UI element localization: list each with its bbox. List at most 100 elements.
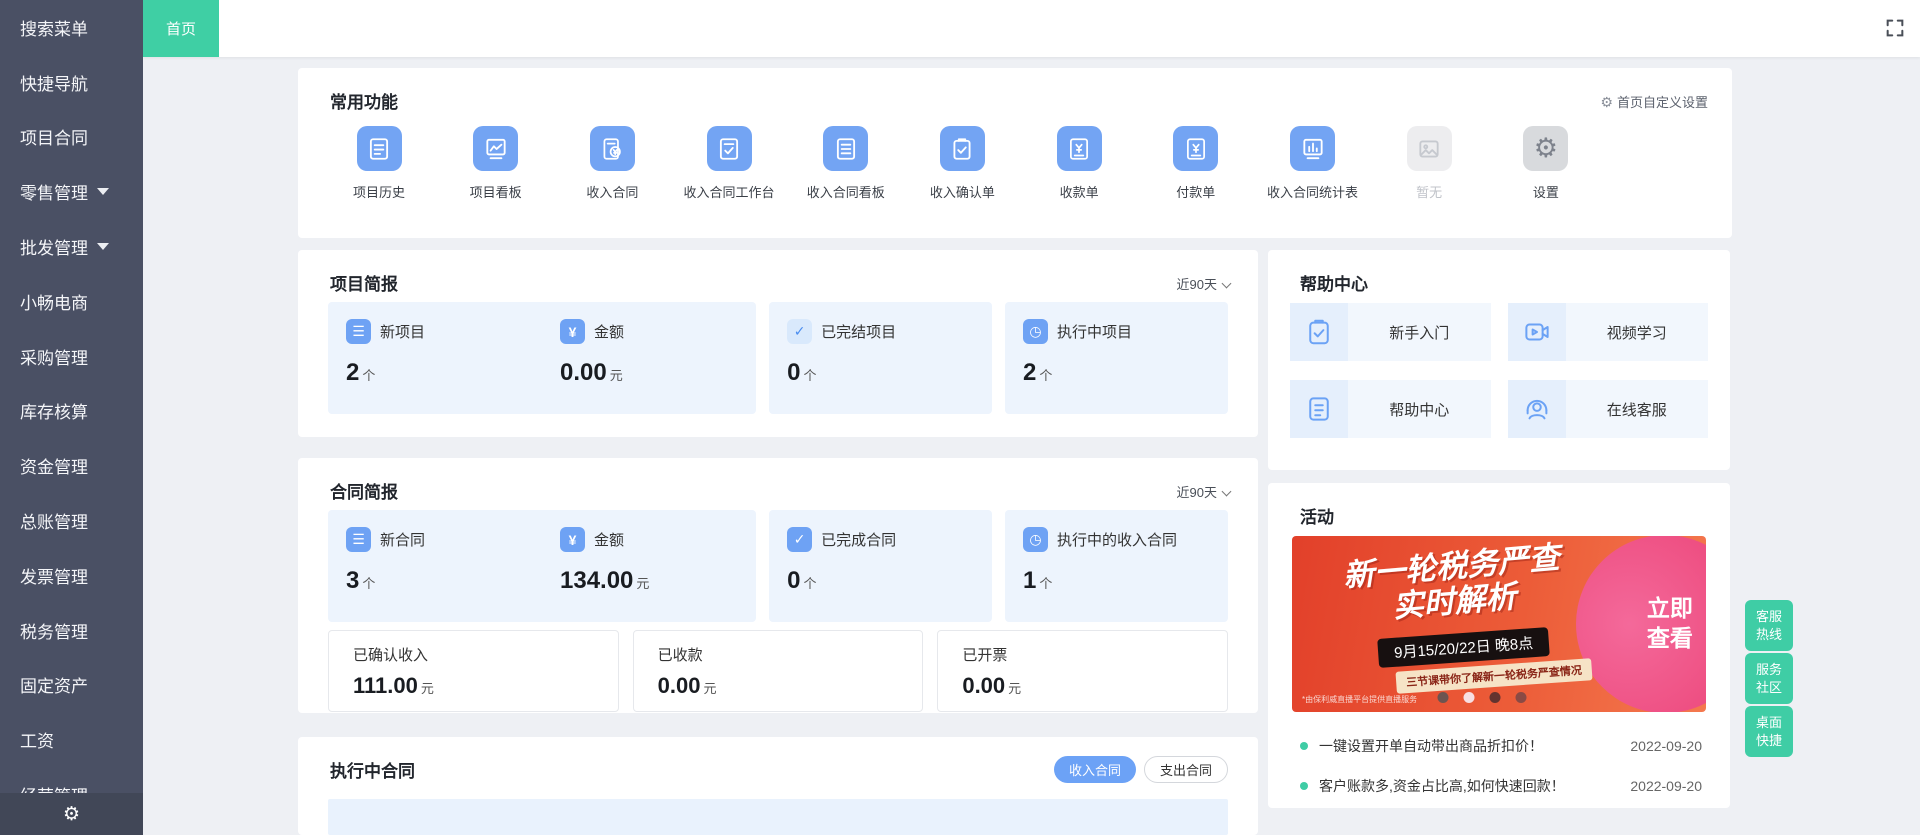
video-camera-icon [1507,303,1566,361]
help-item-video-learning[interactable]: 视频学习 [1507,303,1708,361]
carousel-dot[interactable] [1437,692,1449,703]
help-item-label: 视频学习 [1565,303,1708,361]
expense-contract-button[interactable]: 支出合同 [1143,756,1228,783]
tab-home[interactable]: 首页 [143,0,219,57]
stat-label: 金额 [594,324,625,341]
qf-item-settings[interactable]: ⚙ 设置 [1490,126,1602,201]
activity-banner[interactable]: 新一轮税务严查 实时解析 9月15/20/22日 晚8点 三节课带你了解新一轮税… [1292,536,1706,712]
stat-project-amount: ¥ 金额 0.00 元 [560,319,624,414]
sidebar-item-tax-mgmt[interactable]: 税务管理 [0,603,143,658]
project-brief-title: 项目简报 [330,275,398,294]
activity-title: 活动 [1300,508,1334,527]
sidebar-item-inventory-accounting[interactable]: 库存核算 [0,384,143,439]
sidebar-item-label: 总账管理 [20,513,88,533]
sidebar-item-label: 项目合同 [20,129,88,149]
sidebar-settings-button[interactable]: ⚙ [0,793,143,835]
stat-card: ◷ 执行中项目 2个 [1005,302,1228,414]
qf-label: 收款单 [1059,185,1099,200]
qf-label: 项目看板 [469,185,522,200]
range-label: 近90天 [1176,277,1217,292]
service-hotline-button[interactable]: 客服热线 [1745,600,1793,652]
contract-brief-range-select[interactable]: 近90天 [1177,482,1232,501]
qf-item-income-contract[interactable]: 收入合同 [556,126,668,201]
income-contract-button[interactable]: 收入合同 [1053,756,1136,783]
stat-unit: 个 [803,576,817,591]
sidebar-item-label: 小畅电商 [20,293,88,313]
sidebar-item-retail-mgmt[interactable]: 零售管理 [0,164,143,219]
carousel-dot-active[interactable] [1463,692,1475,703]
carousel-dot[interactable] [1489,692,1501,703]
home-customize-settings-link[interactable]: ⚙ 首页自定义设置 [1600,92,1708,111]
qf-label: 收入合同工作台 [683,185,775,200]
summary-label: 已确认收入 [353,647,429,664]
qf-item-income-contract-board[interactable]: 收入合同看板 [790,126,902,201]
check-icon: ✓ [787,527,813,552]
stat-new-contracts: ☰ 新合同 3个 [346,527,560,622]
help-item-help-center[interactable]: 帮助中心 [1290,380,1491,438]
sidebar-item-funds-mgmt[interactable]: 资金管理 [0,438,143,493]
qf-item-empty[interactable]: 暂无 [1373,126,1485,201]
qf-item-income-contract-workbench[interactable]: 收入合同工作台 [673,126,785,201]
stat-contract-amount: ¥ 金额 134.00 元 [560,527,649,622]
stat-unit: 个 [1039,576,1053,591]
gear-icon: ⚙ [1600,94,1613,110]
help-item-online-service[interactable]: 在线客服 [1507,380,1708,438]
sidebar-item-quick-nav[interactable]: 快捷导航 [0,55,143,110]
qf-label: 收入合同 [586,185,639,200]
contract-type-toggle: 收入合同 支出合同 [1053,756,1228,783]
news-item[interactable]: 客户账款多,资金占比高,如何快速回款！ 2022-09-20 [1300,771,1702,801]
stat-unit: 个 [362,368,376,383]
project-brief-range-select[interactable]: 近90天 [1176,274,1232,293]
chevron-down-icon [1221,278,1232,289]
summary-invoiced: 已开票 0.00 元 [937,630,1228,712]
fullscreen-icon[interactable] [1884,17,1906,39]
stat-finished-projects: ✓ 已完结项目 0个 [787,319,896,414]
pill-label: 支出合同 [1159,763,1212,778]
sidebar-item-purchase-mgmt[interactable]: 采购管理 [0,329,143,384]
stat-value: 1 [1023,567,1037,594]
stat-value: 2 [1023,359,1037,386]
stat-label: 新合同 [380,532,426,549]
summary-label: 已开票 [962,647,1008,664]
sidebar-item-invoice-mgmt[interactable]: 发票管理 [0,548,143,603]
banner-cta-button[interactable]: 立即查看 [1646,594,1694,654]
side-button-label: 客服热线 [1756,609,1783,642]
stat-unit: 元 [609,368,623,383]
summary-unit: 元 [420,681,434,696]
qf-item-income-contract-report[interactable]: 收入合同统计表 [1257,126,1369,201]
banner-headline: 新一轮税务严查 实时解析 [1306,537,1601,631]
document-bars-icon [1290,126,1335,171]
sidebar: 搜索菜单 快捷导航 项目合同 零售管理 批发管理 小畅电商 采购管理 库存核算 … [0,0,143,835]
sidebar-item-project-contract[interactable]: 项目合同 [0,110,143,165]
summary-value: 111.00 [353,673,418,698]
qf-item-income-confirmation[interactable]: 收入确认单 [906,126,1018,201]
sidebar-item-label: 资金管理 [20,458,88,478]
sidebar-item-wholesale-mgmt[interactable]: 批发管理 [0,219,143,274]
summary-unit: 元 [1008,681,1022,696]
service-community-button[interactable]: 服务社区 [1745,653,1793,705]
check-icon: ✓ [787,319,813,344]
sidebar-item-fixed-assets[interactable]: 固定资产 [0,658,143,713]
sidebar-item-payroll[interactable]: 工资 [0,712,143,767]
help-item-getting-started[interactable]: 新手入门 [1290,303,1491,361]
qf-label: 收入合同看板 [806,185,885,200]
qf-item-project-history[interactable]: 项目历史 [323,126,435,201]
sidebar-item-ecommerce[interactable]: 小畅电商 [0,274,143,329]
chevron-down-icon [97,188,109,196]
carousel-dot[interactable] [1515,692,1527,703]
news-item[interactable]: 一键设置开单自动带出商品折扣价！ 2022-09-20 [1300,731,1702,761]
qf-item-payment-bill[interactable]: 付款单 [1140,126,1252,201]
document-icon: ☰ [346,319,371,344]
qf-item-receipt-bill[interactable]: 收款单 [1023,126,1135,201]
sidebar-item-general-ledger[interactable]: 总账管理 [0,493,143,548]
stat-label: 金额 [594,532,625,549]
document-icon [1290,380,1348,438]
sidebar-item-label: 工资 [20,732,54,752]
clock-icon: ◷ [1023,319,1049,344]
desktop-shortcut-button[interactable]: 桌面快捷 [1745,706,1793,758]
sidebar-item-search-menu[interactable]: 搜索菜单 [0,0,143,55]
stat-label: 执行中的收入合同 [1057,532,1178,549]
sidebar-item-label: 固定资产 [20,677,88,697]
qf-item-project-board[interactable]: 项目看板 [440,126,552,201]
stat-value: 0.00 [560,359,607,386]
